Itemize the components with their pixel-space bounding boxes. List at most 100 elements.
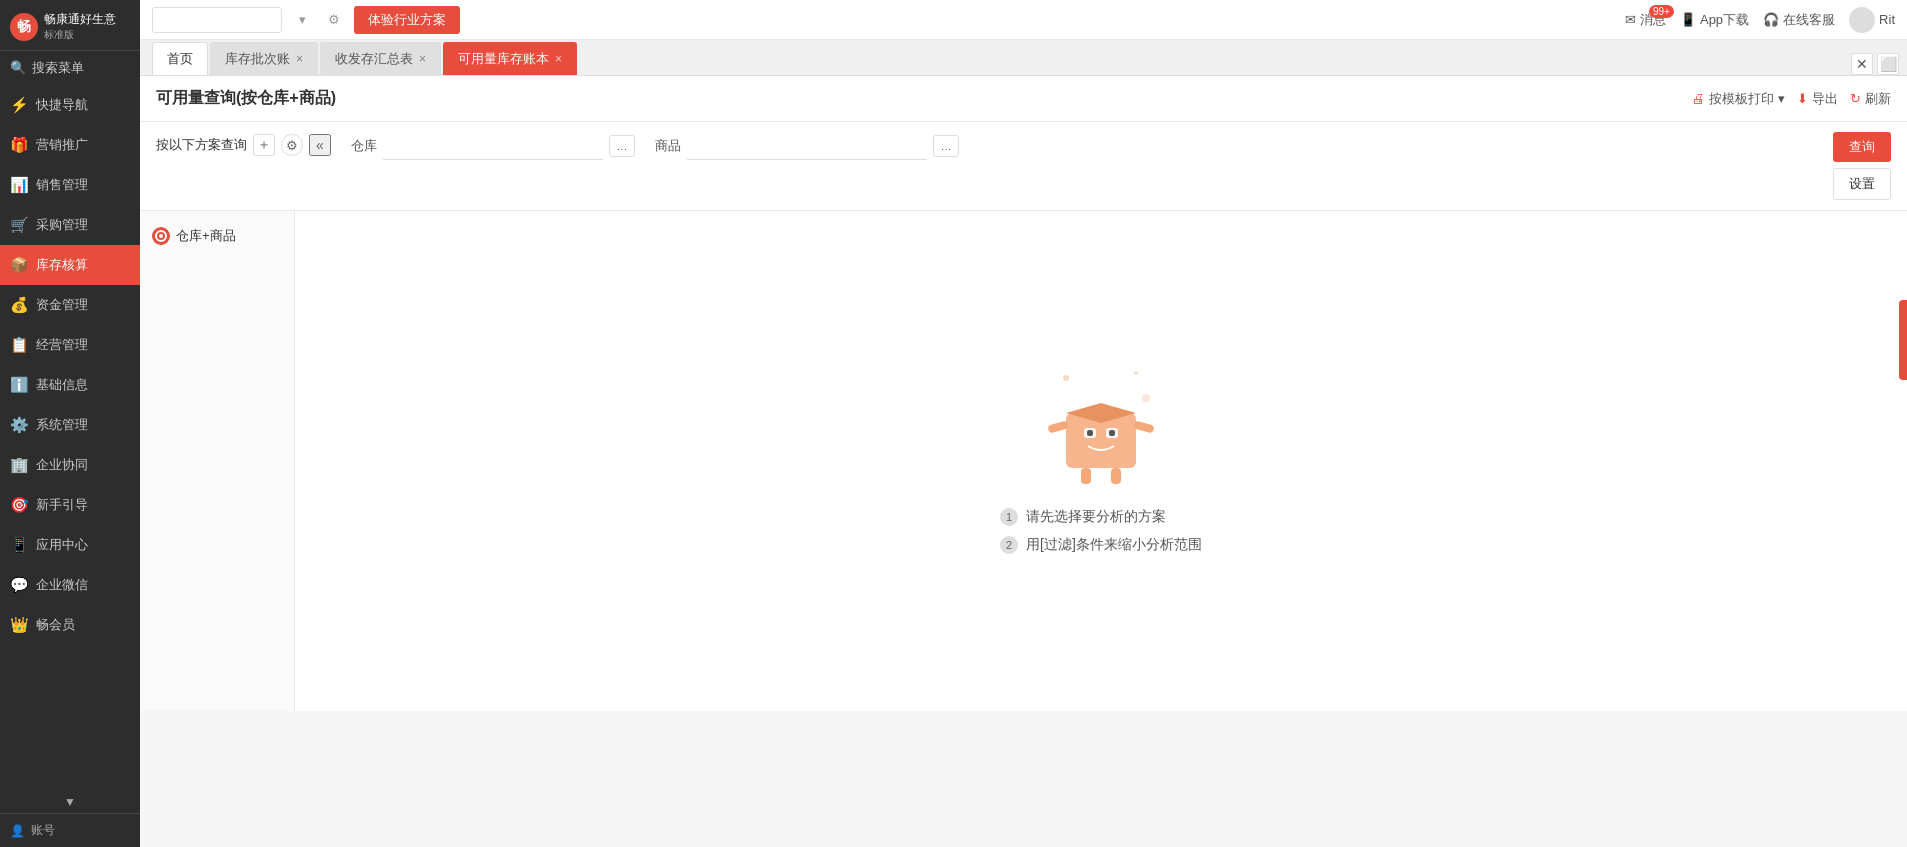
close-batch-account[interactable]: × [296, 52, 303, 66]
sidebar-item-finance[interactable]: 💰 资金管理 [0, 285, 140, 325]
svg-rect-11 [1047, 421, 1068, 434]
settings-button[interactable]: 设置 [1833, 168, 1891, 200]
tabbar: 首页 库存批次账 × 收发存汇总表 × 可用量库存账本 × ✕ ⬜ [140, 40, 1907, 76]
topbar-actions: ✉ 消息 99+ 📱 App下载 🎧 在线客服 Rit [1625, 7, 1895, 33]
message-icon: ✉ [1625, 12, 1636, 27]
page-content: 可用量查询(按仓库+商品) 🖨 按模板打印 ▾ ⬇ 导出 ↻ 刷新 [140, 76, 1907, 847]
step-num-1: 1 [1000, 508, 1018, 526]
sidebar-footer: 👤 账号 [0, 813, 140, 847]
newcomer-icon: 🎯 [10, 496, 28, 514]
warehouse-filter: 仓库 … [351, 132, 635, 160]
tab-batch-account[interactable]: 库存批次账 × [210, 42, 318, 75]
warehouse-label: 仓库 [351, 137, 377, 155]
product-input[interactable] [687, 132, 927, 160]
refresh-btn[interactable]: ↻ 刷新 [1850, 90, 1891, 108]
sidebar-item-quick-nav[interactable]: ⚡ 快捷导航 [0, 85, 140, 125]
member-icon: 👑 [10, 616, 28, 634]
step-num-2: 2 [1000, 536, 1018, 554]
sidebar-logo: 畅 畅康通好生意 标准版 [10, 12, 130, 42]
sidebar-item-enterprise-wechat[interactable]: 💬 企业微信 [0, 565, 140, 605]
sidebar-item-inventory[interactable]: 📦 库存核算 [0, 245, 140, 285]
query-button[interactable]: 查询 [1833, 132, 1891, 162]
enterprise-wechat-icon: 💬 [10, 576, 28, 594]
topbar-gear-btn[interactable]: ⚙ [322, 8, 346, 32]
sidebar-search-item[interactable]: 🔍 搜索菜单 [0, 51, 140, 85]
quick-nav-icon: ⚡ [10, 96, 28, 114]
tab-maximize-btn[interactable]: ⬜ [1877, 53, 1899, 75]
print-icon: 🖨 [1692, 91, 1705, 106]
empty-illustration [1036, 358, 1166, 488]
scheme-icon [152, 227, 170, 245]
print-template-btn[interactable]: 🖨 按模板打印 ▾ [1692, 90, 1785, 108]
sidebar-item-purchase[interactable]: 🛒 采购管理 [0, 205, 140, 245]
footer-text: 账号 [31, 822, 55, 839]
warehouse-more-btn[interactable]: … [609, 135, 635, 157]
sidebar-scroll-down[interactable]: ▼ [0, 791, 140, 813]
tab-home[interactable]: 首页 [152, 42, 208, 75]
search-icon: 🔍 [10, 60, 26, 75]
empty-state: 1 请先选择要分析的方案 2 用[过滤]条件来缩小分析范围 [295, 211, 1907, 711]
topbar: ▾ ⚙ 体验行业方案 ✉ 消息 99+ 📱 App下载 🎧 在线客服 [140, 0, 1907, 40]
product-more-btn[interactable]: … [933, 135, 959, 157]
topbar-search [152, 7, 282, 33]
sidebar-item-operations[interactable]: 📋 经营管理 [0, 325, 140, 365]
scheme-icon-inner [155, 230, 167, 242]
page-title: 可用量查询(按仓库+商品) [156, 88, 336, 109]
sidebar-item-app-center[interactable]: 📱 应用中心 [0, 525, 140, 565]
logo-icon: 畅 [10, 13, 38, 41]
basic-info-icon: ℹ️ [10, 376, 28, 394]
query-scheme-controls: 按以下方案查询 ＋ ⚙ « [156, 132, 331, 156]
svg-rect-10 [1111, 468, 1121, 484]
main-content: ▾ ⚙ 体验行业方案 ✉ 消息 99+ 📱 App下载 🎧 在线客服 [140, 0, 1907, 847]
sidebar-item-sales[interactable]: 📊 销售管理 [0, 165, 140, 205]
scheme-warehouse-product[interactable]: 仓库+商品 [140, 219, 294, 253]
message-btn[interactable]: ✉ 消息 99+ [1625, 11, 1666, 29]
tab-collection-summary[interactable]: 收发存汇总表 × [320, 42, 441, 75]
close-available-ledger[interactable]: × [555, 52, 562, 66]
online-service-btn[interactable]: 🎧 在线客服 [1763, 11, 1835, 29]
tab-available-ledger[interactable]: 可用量库存账本 × [443, 42, 577, 75]
purchase-icon: 🛒 [10, 216, 28, 234]
sidebar: 畅 畅康通好生意 标准版 🔍 搜索菜单 ⚡ 快捷导航 🎁 营销推广 📊 [0, 0, 140, 847]
topbar-search-input[interactable] [152, 7, 282, 33]
user-avatar[interactable]: Rit [1849, 7, 1895, 33]
inventory-icon: 📦 [10, 256, 28, 274]
phone-icon: 📱 [1680, 12, 1696, 27]
svg-rect-12 [1133, 421, 1154, 434]
export-btn[interactable]: ⬇ 导出 [1797, 90, 1838, 108]
scheme-settings-btn[interactable]: ⚙ [281, 134, 303, 156]
sidebar-item-newcomer[interactable]: 🎯 新手引导 [0, 485, 140, 525]
app-download-btn[interactable]: 📱 App下载 [1680, 11, 1749, 29]
system-icon: ⚙️ [10, 416, 28, 434]
refresh-icon: ↻ [1850, 91, 1861, 106]
empty-step-1: 1 请先选择要分析的方案 [1000, 508, 1202, 526]
empty-steps: 1 请先选择要分析的方案 2 用[过滤]条件来缩小分析范围 [1000, 508, 1202, 564]
scroll-down-btn[interactable]: ▼ [64, 795, 76, 809]
collapse-btn[interactable]: « [309, 134, 331, 156]
username-label: Rit [1879, 12, 1895, 27]
sidebar-item-member[interactable]: 👑 畅会员 [0, 605, 140, 645]
add-scheme-btn[interactable]: ＋ [253, 134, 275, 156]
sidebar-item-system[interactable]: ⚙️ 系统管理 [0, 405, 140, 445]
warehouse-input[interactable] [383, 132, 603, 160]
svg-rect-8 [1109, 430, 1115, 436]
product-label: 商品 [655, 137, 681, 155]
marketing-icon: 🎁 [10, 136, 28, 154]
sidebar-item-enterprise[interactable]: 🏢 企业协同 [0, 445, 140, 485]
action-buttons: 查询 设置 [1833, 132, 1891, 200]
sidebar-item-marketing[interactable]: 🎁 营销推广 [0, 125, 140, 165]
svg-rect-7 [1087, 430, 1093, 436]
svg-point-0 [1063, 375, 1069, 381]
content-body: 仓库+商品 [140, 211, 1907, 711]
print-dropdown-icon[interactable]: ▾ [1778, 91, 1785, 106]
operations-icon: 📋 [10, 336, 28, 354]
sidebar-item-basic-info[interactable]: ℹ️ 基础信息 [0, 365, 140, 405]
footer-icon: 👤 [10, 824, 25, 838]
topbar-dropdown-btn[interactable]: ▾ [290, 8, 314, 32]
trial-button[interactable]: 体验行业方案 [354, 6, 460, 34]
filter-row: 仓库 … 商品 … [351, 132, 1817, 160]
headset-icon: 🎧 [1763, 12, 1779, 27]
close-collection-summary[interactable]: × [419, 52, 426, 66]
tab-close-all-btn[interactable]: ✕ [1851, 53, 1873, 75]
avatar [1849, 7, 1875, 33]
